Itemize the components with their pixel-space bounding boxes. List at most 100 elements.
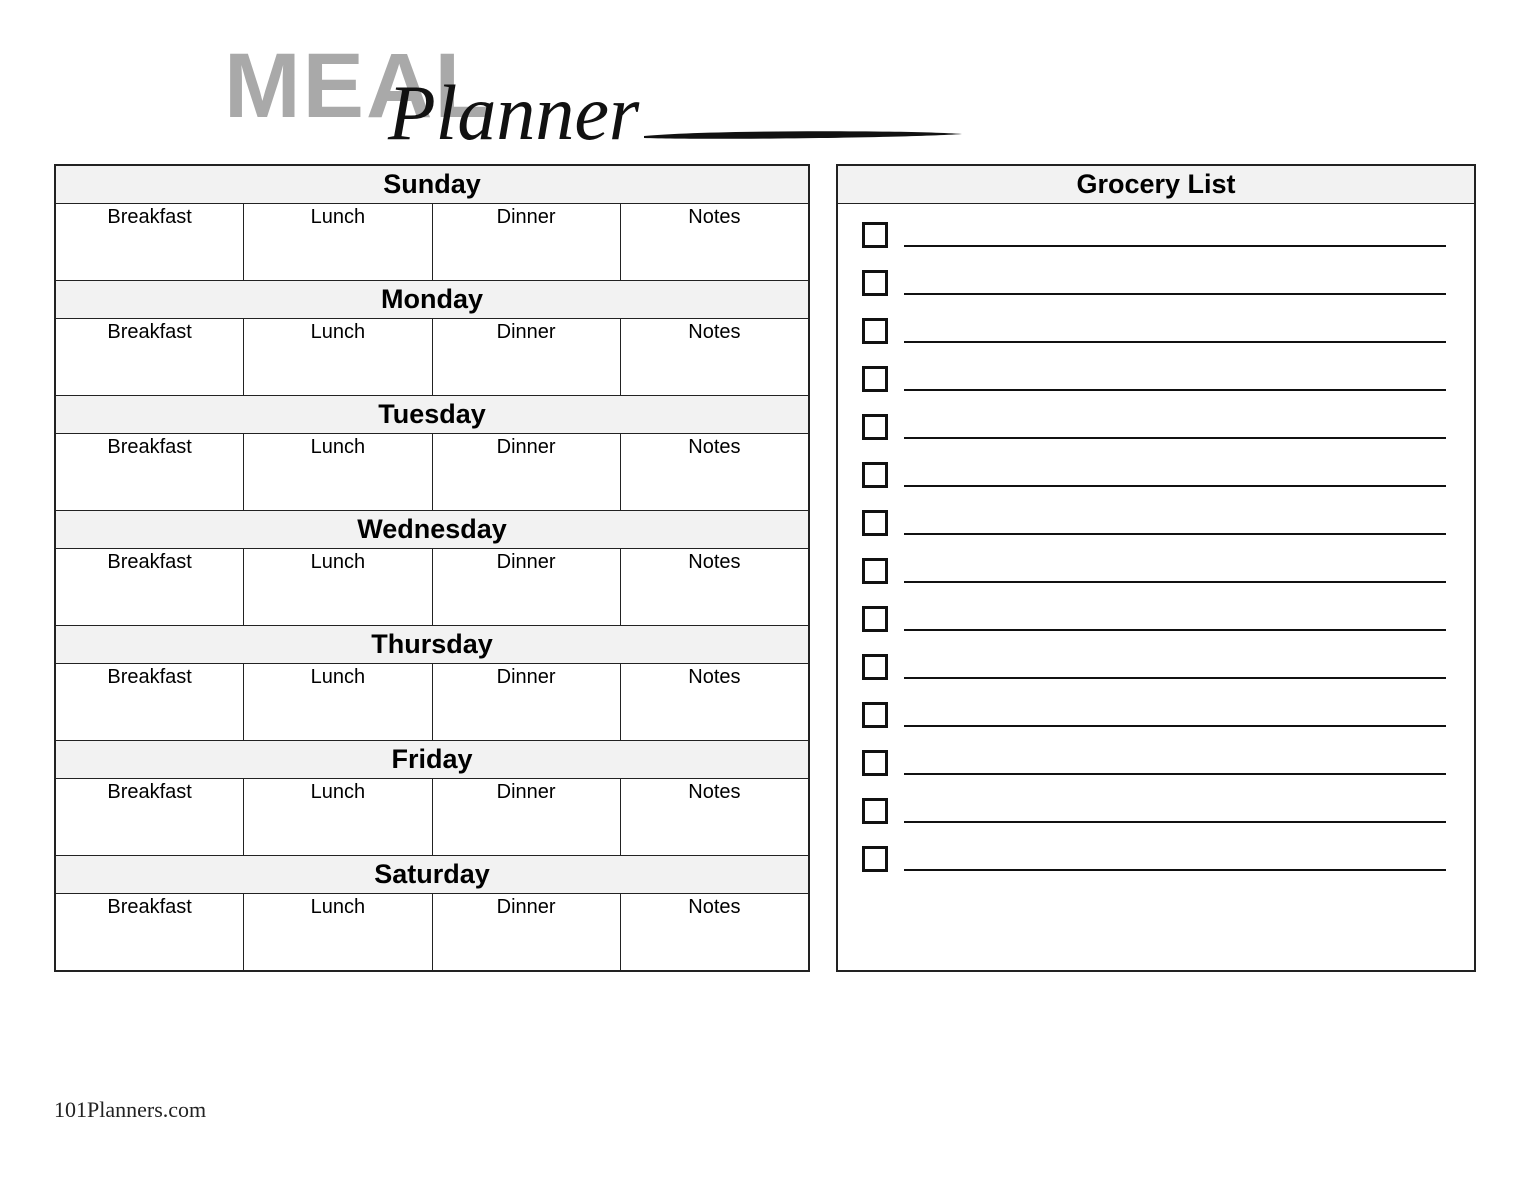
meal-cell-lunch[interactable]: Lunch [244,319,432,395]
meal-cell-notes[interactable]: Notes [621,779,808,855]
grocery-item [862,414,1446,440]
meal-cell-notes[interactable]: Notes [621,664,808,740]
grocery-entry-line[interactable] [904,799,1446,823]
meal-cell-lunch[interactable]: Lunch [244,434,432,510]
meal-cell-breakfast[interactable]: Breakfast [56,549,244,625]
meal-cell-notes[interactable]: Notes [621,204,808,280]
checkbox-icon[interactable] [862,318,888,344]
grocery-entry-line[interactable] [904,847,1446,871]
grocery-entry-line[interactable] [904,463,1446,487]
meal-cell-label: Dinner [441,321,612,344]
meal-cell-label: Lunch [252,321,423,344]
meal-cell-notes[interactable]: Notes [621,894,808,970]
meal-cell-label: Breakfast [64,896,235,919]
grocery-item [862,462,1446,488]
day-header: Thursday [56,625,808,664]
meal-cell-label: Dinner [441,551,612,574]
day-row: Breakfast Lunch Dinner Notes [56,664,808,740]
title-word-planner: Planner [388,74,639,152]
meal-cell-lunch[interactable]: Lunch [244,779,432,855]
meal-cell-lunch[interactable]: Lunch [244,664,432,740]
meal-cell-breakfast[interactable]: Breakfast [56,779,244,855]
meal-cell-label: Dinner [441,436,612,459]
day-row: Breakfast Lunch Dinner Notes [56,434,808,510]
meal-cell-lunch[interactable]: Lunch [244,204,432,280]
grocery-entry-line[interactable] [904,511,1446,535]
grocery-entry-line[interactable] [904,223,1446,247]
day-header: Sunday [56,166,808,204]
checkbox-icon[interactable] [862,270,888,296]
meal-cell-dinner[interactable]: Dinner [433,204,621,280]
grocery-entry-line[interactable] [904,415,1446,439]
day-row: BreakfastLunchDinner Notes [56,779,808,855]
meal-cell-lunch[interactable]: Lunch [244,894,432,970]
meal-cell-label: Notes [629,781,800,804]
grocery-entry-line[interactable] [904,559,1446,583]
meal-cell-label: Dinner [441,206,612,229]
grocery-entry-line[interactable] [904,751,1446,775]
meal-cell-dinner[interactable]: Dinner [433,779,621,855]
grocery-entry-line[interactable] [904,655,1446,679]
meal-cell-label: Dinner [441,896,612,919]
checkbox-icon[interactable] [862,414,888,440]
meal-cell-dinner[interactable]: Dinner [433,894,621,970]
meal-cell-label: Lunch [252,436,423,459]
meal-cell-label: Notes [629,206,800,229]
day-row: Breakfast Lunch Dinner Notes [56,894,808,970]
grocery-entry-line[interactable] [904,271,1446,295]
grocery-list-body [838,204,1474,912]
grocery-item [862,558,1446,584]
day-row: BreakfastLunch Dinner Notes [56,549,808,625]
meal-cell-breakfast[interactable]: Breakfast [56,434,244,510]
meal-cell-label: Notes [629,436,800,459]
meal-cell-breakfast[interactable]: Breakfast [56,664,244,740]
meal-cell-label: Breakfast [64,321,235,344]
checkbox-icon[interactable] [862,846,888,872]
meal-cell-label: Lunch [252,206,423,229]
day-header: Friday [56,740,808,779]
grocery-item [862,606,1446,632]
checkbox-icon[interactable] [862,654,888,680]
weekly-meal-table: SundayBreakfastLunchDinnerNotesMondayBre… [54,164,810,972]
meal-cell-dinner[interactable]: Dinner [433,664,621,740]
title-block: MEAL Planner [224,40,1482,160]
meal-cell-notes[interactable]: Notes [621,319,808,395]
meal-cell-label: Dinner [441,666,612,689]
checkbox-icon[interactable] [862,798,888,824]
meal-cell-label: Breakfast [64,206,235,229]
grocery-item [862,270,1446,296]
day-header: Monday [56,280,808,319]
day-header: Saturday [56,855,808,894]
meal-cell-breakfast[interactable]: Breakfast [56,894,244,970]
checkbox-icon[interactable] [862,462,888,488]
meal-cell-label: Lunch [252,896,423,919]
grocery-entry-line[interactable] [904,319,1446,343]
checkbox-icon[interactable] [862,606,888,632]
checkbox-icon[interactable] [862,510,888,536]
checkbox-icon[interactable] [862,558,888,584]
meal-cell-breakfast[interactable]: Breakfast [56,319,244,395]
grocery-item [862,366,1446,392]
grocery-list-heading: Grocery List [838,166,1474,204]
checkbox-icon[interactable] [862,366,888,392]
meal-planner-page: MEAL Planner SundayBreakfastLunchDinnerN… [0,0,1536,992]
meal-cell-notes[interactable]: Notes [621,549,808,625]
checkbox-icon[interactable] [862,222,888,248]
meal-cell-dinner[interactable]: Dinner [433,434,621,510]
grocery-item [862,510,1446,536]
grocery-item [862,318,1446,344]
grocery-entry-line[interactable] [904,607,1446,631]
grocery-item [862,798,1446,824]
grocery-list-panel: Grocery List [836,164,1476,972]
meal-cell-notes[interactable]: Notes [621,434,808,510]
grocery-entry-line[interactable] [904,367,1446,391]
meal-cell-dinner[interactable]: Dinner [433,319,621,395]
grocery-item [862,654,1446,680]
checkbox-icon[interactable] [862,702,888,728]
meal-cell-label: Breakfast [64,666,235,689]
grocery-entry-line[interactable] [904,703,1446,727]
meal-cell-breakfast[interactable]: Breakfast [56,204,244,280]
meal-cell-dinner[interactable]: Dinner [433,549,621,625]
checkbox-icon[interactable] [862,750,888,776]
meal-cell-lunch[interactable]: Lunch [244,549,432,625]
